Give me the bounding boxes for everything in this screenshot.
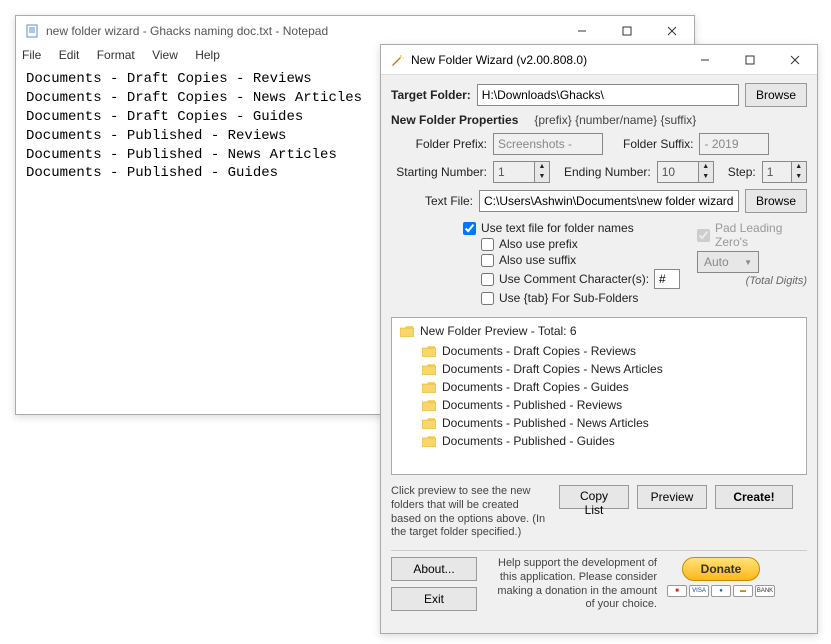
maximize-button[interactable] xyxy=(604,16,649,46)
chevron-up-icon[interactable]: ▲ xyxy=(699,162,713,172)
target-folder-input[interactable] xyxy=(477,84,739,106)
chevron-down-icon[interactable]: ▼ xyxy=(699,172,713,182)
folder-icon xyxy=(422,346,436,357)
use-textfile-checkbox[interactable]: Use text file for folder names xyxy=(463,221,687,235)
create-button[interactable]: Create! xyxy=(715,485,793,509)
preview-item-label: Documents - Draft Copies - News Articles xyxy=(442,360,663,378)
preview-box: New Folder Preview - Total: 6 Documents … xyxy=(391,317,807,475)
use-suffix-checkbox[interactable]: Also use suffix xyxy=(463,253,687,267)
preview-item[interactable]: Documents - Published - Reviews xyxy=(422,396,798,414)
suffix-label: Folder Suffix: xyxy=(623,137,693,151)
minimize-button[interactable] xyxy=(682,45,727,75)
target-folder-label: Target Folder: xyxy=(391,88,471,102)
chevron-up-icon[interactable]: ▲ xyxy=(535,162,549,172)
preview-item-label: Documents - Published - Guides xyxy=(442,432,615,450)
use-prefix-checkbox[interactable]: Also use prefix xyxy=(463,237,687,251)
close-button[interactable] xyxy=(649,16,694,46)
maximize-button[interactable] xyxy=(727,45,772,75)
new-folder-properties-label: New Folder Properties xyxy=(391,113,518,127)
folder-icon xyxy=(422,382,436,393)
preview-item[interactable]: Documents - Published - Guides xyxy=(422,432,798,450)
copy-list-button[interactable]: Copy List xyxy=(559,485,629,509)
start-number-spinner[interactable]: ▲▼ xyxy=(493,161,550,183)
props-hint: {prefix} {number/name} {suffix} xyxy=(534,113,696,127)
preview-item-label: Documents - Published - Reviews xyxy=(442,396,622,414)
donate-hint: Help support the development of this app… xyxy=(487,557,657,612)
pad-zeros-checkbox: Pad Leading Zero's xyxy=(697,221,807,249)
preview-button[interactable]: Preview xyxy=(637,485,707,509)
use-comment-checkbox[interactable]: Use Comment Character(s): xyxy=(463,269,687,289)
minimize-button[interactable] xyxy=(559,16,604,46)
wizard-window: New Folder Wizard (v2.00.808.0) Target F… xyxy=(380,44,818,634)
use-tab-checkbox[interactable]: Use {tab} For Sub-Folders xyxy=(463,291,687,305)
prefix-label: Folder Prefix: xyxy=(409,137,487,151)
chevron-up-icon[interactable]: ▲ xyxy=(792,162,806,172)
payment-cards: ■ VISA ● ▬ BANK xyxy=(667,585,775,597)
preview-item[interactable]: Documents - Published - News Articles xyxy=(422,414,798,432)
menu-help[interactable]: Help xyxy=(195,48,220,62)
textfile-label: Text File: xyxy=(419,194,473,208)
folder-icon xyxy=(422,364,436,375)
end-number-label: Ending Number: xyxy=(564,165,651,179)
preview-item[interactable]: Documents - Draft Copies - Reviews xyxy=(422,342,798,360)
start-number-label: Starting Number: xyxy=(395,165,487,179)
preview-header-text: New Folder Preview - Total: 6 xyxy=(420,324,577,338)
donate-button[interactable]: Donate xyxy=(682,557,761,581)
menu-view[interactable]: View xyxy=(152,48,178,62)
preview-hint: Click preview to see the new folders tha… xyxy=(391,485,551,540)
preview-item[interactable]: Documents - Draft Copies - News Articles xyxy=(422,360,798,378)
step-label: Step: xyxy=(728,165,756,179)
folder-icon xyxy=(422,400,436,411)
preview-item-label: Documents - Draft Copies - Reviews xyxy=(442,342,636,360)
wizard-icon xyxy=(389,52,405,68)
chevron-down-icon[interactable]: ▼ xyxy=(792,172,806,182)
about-button[interactable]: About... xyxy=(391,557,477,581)
wizard-titlebar: New Folder Wizard (v2.00.808.0) xyxy=(381,45,817,75)
exit-button[interactable]: Exit xyxy=(391,587,477,611)
notepad-icon xyxy=(24,23,40,39)
preview-item[interactable]: Documents - Draft Copies - Guides xyxy=(422,378,798,396)
textfile-input[interactable] xyxy=(479,190,739,212)
digits-hint: (Total Digits) xyxy=(697,275,807,287)
prefix-input xyxy=(493,133,603,155)
preview-item-label: Documents - Published - News Articles xyxy=(442,414,649,432)
suffix-input xyxy=(699,133,769,155)
end-number-spinner[interactable]: ▲▼ xyxy=(657,161,714,183)
menu-file[interactable]: File xyxy=(22,48,41,62)
notepad-title: new folder wizard - Ghacks naming doc.tx… xyxy=(46,24,559,38)
folder-icon xyxy=(422,418,436,429)
preview-item-label: Documents - Draft Copies - Guides xyxy=(442,378,629,396)
folder-icon xyxy=(400,326,414,337)
menu-edit[interactable]: Edit xyxy=(59,48,80,62)
digits-select: Auto▼ xyxy=(697,251,759,273)
close-button[interactable] xyxy=(772,45,817,75)
step-spinner[interactable]: ▲▼ xyxy=(762,161,807,183)
menu-format[interactable]: Format xyxy=(97,48,135,62)
folder-icon xyxy=(422,436,436,447)
browse-textfile-button[interactable]: Browse xyxy=(745,189,807,213)
browse-target-button[interactable]: Browse xyxy=(745,83,807,107)
notepad-titlebar: new folder wizard - Ghacks naming doc.tx… xyxy=(16,16,694,46)
comment-char-input[interactable] xyxy=(654,269,680,289)
chevron-down-icon[interactable]: ▼ xyxy=(535,172,549,182)
wizard-title: New Folder Wizard (v2.00.808.0) xyxy=(411,53,682,67)
